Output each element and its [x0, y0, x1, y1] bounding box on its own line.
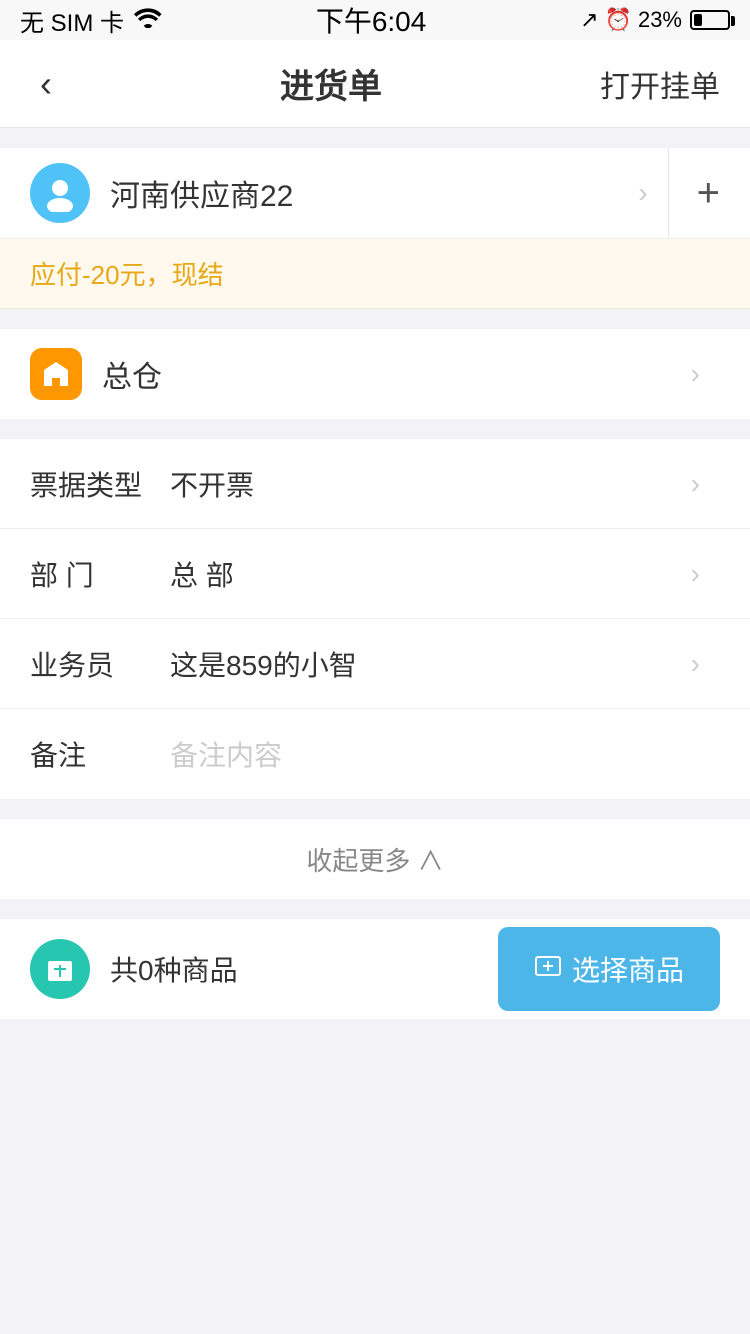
form-section: 票据类型 不开票 › 部 门 总 部 › 业务员 这是859的小智 › 备注 备… [0, 439, 750, 799]
battery-icon [690, 10, 730, 30]
select-product-button[interactable]: 选择商品 [498, 927, 720, 1011]
remark-placeholder[interactable]: 备注内容 [170, 734, 720, 774]
nav-bar: ‹ 进货单 打开挂单 [0, 40, 750, 128]
product-bar: 共0种商品 选择商品 [0, 919, 750, 1019]
carrier-text: 无 SIM 卡 [20, 3, 124, 38]
background-fill [0, 1019, 750, 1309]
salesperson-row[interactable]: 业务员 这是859的小智 › [0, 619, 750, 709]
page-title: 进货单 [280, 59, 382, 108]
status-left: 无 SIM 卡 [20, 3, 162, 38]
select-product-label: 选择商品 [572, 949, 684, 989]
supplier-row[interactable]: 河南供应商22 › [30, 148, 669, 238]
department-value: 总 部 [170, 554, 671, 594]
location-icon: ↗ [580, 7, 598, 33]
department-label: 部 门 [30, 554, 150, 594]
status-bar: 无 SIM 卡 下午6:04 ↗ ⏰ 23% [0, 0, 750, 40]
section-gap-1 [0, 128, 750, 148]
department-chevron-icon: › [691, 558, 700, 590]
invoice-type-row[interactable]: 票据类型 不开票 › [0, 439, 750, 529]
salesperson-chevron-icon: › [691, 648, 700, 680]
notice-bar: 应付-20元，现结 [0, 239, 750, 309]
open-pending-button[interactable]: 打开挂单 [600, 62, 720, 106]
product-count: 共0种商品 [110, 949, 498, 989]
product-icon [30, 939, 90, 999]
status-time: 下午6:04 [316, 0, 427, 40]
wifi-icon [134, 6, 162, 35]
warehouse-chevron-icon: › [691, 358, 700, 390]
supplier-avatar [30, 163, 90, 223]
remark-row[interactable]: 备注 备注内容 [0, 709, 750, 799]
add-supplier-button[interactable]: + [669, 171, 720, 216]
warehouse-section: 总仓 › [0, 329, 750, 419]
invoice-type-label: 票据类型 [30, 464, 150, 504]
invoice-type-value: 不开票 [170, 464, 671, 504]
alarm-icon: ⏰ [605, 7, 632, 33]
supplier-name: 河南供应商22 [110, 171, 618, 215]
department-row[interactable]: 部 门 总 部 › [0, 529, 750, 619]
warehouse-row[interactable]: 总仓 › [0, 329, 750, 419]
supplier-card: 河南供应商22 › + [0, 148, 750, 239]
invoice-type-chevron-icon: › [691, 468, 700, 500]
collapse-label: 收起更多 ∧ [306, 841, 443, 878]
collapse-bar[interactable]: 收起更多 ∧ [0, 819, 750, 899]
supplier-chevron-icon: › [638, 177, 647, 209]
status-right: ↗ ⏰ 23% [580, 7, 730, 33]
warehouse-name: 总仓 [102, 352, 671, 396]
battery-percent: 23% [638, 7, 682, 33]
salesperson-label: 业务员 [30, 644, 150, 684]
salesperson-value: 这是859的小智 [170, 644, 671, 684]
select-product-icon [534, 952, 562, 987]
warehouse-icon [30, 348, 82, 400]
back-button[interactable]: ‹ [30, 53, 62, 115]
notice-text: 应付-20元，现结 [30, 260, 224, 290]
remark-label: 备注 [30, 734, 150, 774]
